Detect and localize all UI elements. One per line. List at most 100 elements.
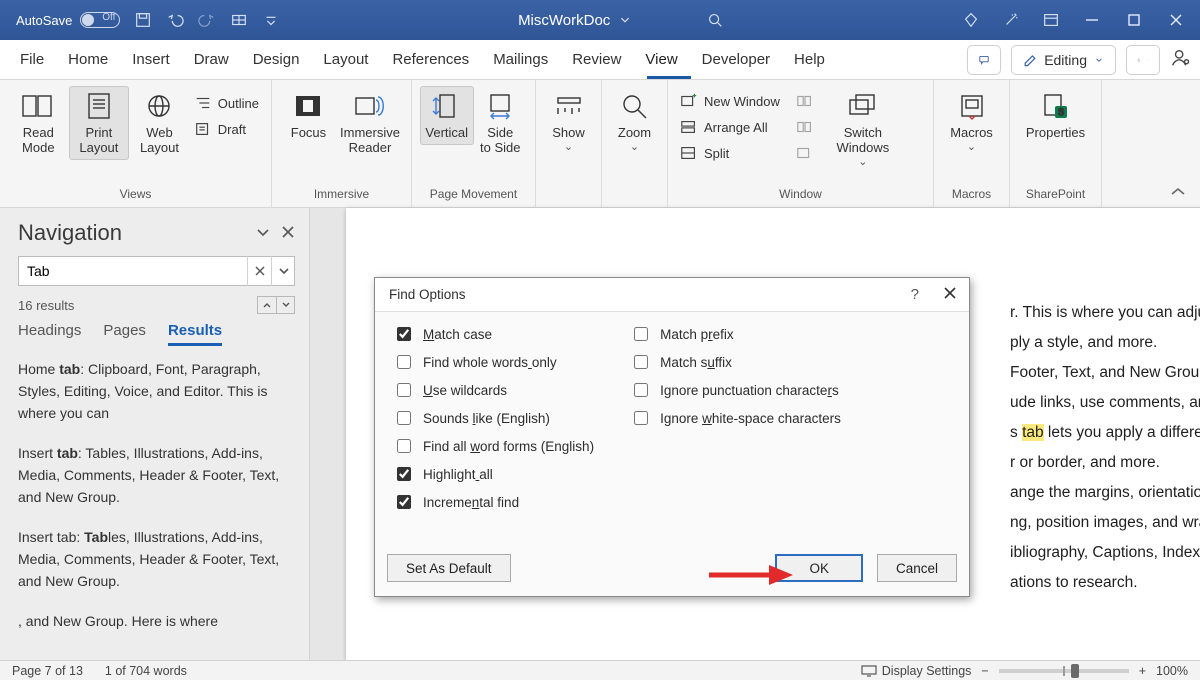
ribbon-tab-view[interactable]: View — [633, 40, 689, 80]
option-sounds-like-english-[interactable]: Sounds like (English) — [393, 408, 594, 428]
vertical-button[interactable]: Vertical — [420, 86, 474, 145]
group-label-sharepoint: SharePoint — [1010, 187, 1101, 207]
chevron-down-icon[interactable] — [616, 11, 634, 29]
share-button[interactable] — [1126, 45, 1160, 75]
arrange-all-button[interactable]: Arrange All — [676, 114, 784, 140]
reset-window-button — [792, 140, 818, 166]
document-text-line: ange the margins, orientatio — [1010, 480, 1182, 506]
document-text-line: s tab lets you apply a differe — [1010, 420, 1182, 446]
split-button[interactable]: Split — [676, 140, 784, 166]
comments-button[interactable] — [967, 45, 1001, 75]
document-name[interactable]: MiscWorkDoc — [518, 12, 610, 29]
redo-icon[interactable] — [198, 11, 216, 29]
status-page[interactable]: Page 7 of 13 — [12, 664, 83, 678]
group-label-show — [536, 187, 601, 207]
focus-button[interactable]: Focus — [280, 86, 337, 145]
save-icon[interactable] — [134, 11, 152, 29]
search-result-item[interactable]: Insert tab: Tables, Illustrations, Add-i… — [18, 442, 295, 508]
dialog-help-icon[interactable]: ? — [911, 286, 919, 303]
ribbon-tab-mailings[interactable]: Mailings — [481, 40, 560, 80]
search-result-item[interactable]: Home tab: Clipboard, Font, Paragraph, St… — [18, 358, 295, 424]
group-label-immersive: Immersive — [272, 187, 411, 207]
option-highlight-all[interactable]: Highlight all — [393, 464, 594, 484]
nav-tab-results[interactable]: Results — [168, 322, 222, 346]
zoom-in-icon[interactable]: + — [1139, 664, 1146, 678]
immersive-reader-button[interactable]: ImmersiveReader — [337, 86, 403, 160]
outline-button[interactable]: Outline — [190, 90, 263, 116]
option-match-suffix[interactable]: Match suffix — [630, 352, 841, 372]
nav-collapse-icon[interactable] — [255, 225, 271, 242]
sync-scrolling-button — [792, 114, 818, 140]
search-result-item[interactable]: , and New Group. Here is where — [18, 610, 295, 632]
option-find-whole-words-only[interactable]: Find whole words only — [393, 352, 594, 372]
ribbon-tab-design[interactable]: Design — [241, 40, 312, 80]
dialog-title: Find Options — [389, 287, 466, 302]
status-bar: Page 7 of 13 1 of 704 words Display Sett… — [0, 660, 1200, 680]
account-icon[interactable] — [1170, 47, 1192, 72]
ribbon-tab-file[interactable]: File — [8, 40, 56, 80]
dialog-close-icon[interactable] — [943, 286, 957, 304]
search-result-item[interactable]: Insert tab: Tables, Illustrations, Add-i… — [18, 526, 295, 592]
diamond-icon[interactable] — [962, 11, 980, 29]
option-ignore-punctuation-characters[interactable]: Ignore punctuation characters — [630, 380, 841, 400]
ribbon-tab-references[interactable]: References — [380, 40, 481, 80]
qat-overflow-icon[interactable] — [262, 11, 280, 29]
ribbon-tab-developer[interactable]: Developer — [690, 40, 782, 80]
search-icon[interactable] — [706, 11, 724, 29]
editing-mode-button[interactable]: Editing — [1011, 45, 1116, 75]
option-use-wildcards[interactable]: Use wildcards — [393, 380, 594, 400]
close-button[interactable] — [1166, 10, 1186, 30]
option-match-prefix[interactable]: Match prefix — [630, 324, 841, 344]
print-layout-button[interactable]: PrintLayout — [69, 86, 130, 160]
ribbon-tab-draw[interactable]: Draw — [182, 40, 241, 80]
set-as-default-button[interactable]: Set As Default — [387, 554, 511, 582]
option-incremental-find[interactable]: Incremental find — [393, 492, 594, 512]
new-window-button[interactable]: New Window — [676, 88, 784, 114]
ribbon-tab-layout[interactable]: Layout — [311, 40, 380, 80]
zoom-out-icon[interactable]: − — [981, 664, 988, 678]
option-find-all-word-forms-english-[interactable]: Find all word forms (English) — [393, 436, 594, 456]
autosave-toggle[interactable]: AutoSave Off — [16, 12, 120, 28]
maximize-button[interactable] — [1124, 10, 1144, 30]
minimize-button[interactable] — [1082, 10, 1102, 30]
navigation-title: Navigation — [18, 220, 122, 246]
collapse-ribbon-icon[interactable] — [1170, 185, 1186, 201]
properties-button[interactable]: SProperties — [1018, 86, 1093, 145]
ribbon-tab-strip: FileHomeInsertDrawDesignLayoutReferences… — [0, 40, 1200, 80]
wand-icon[interactable] — [1002, 11, 1020, 29]
zoom-slider[interactable] — [999, 669, 1129, 673]
nav-close-icon[interactable] — [281, 225, 295, 242]
ok-button[interactable]: OK — [775, 554, 863, 582]
quick-access-icon[interactable] — [230, 11, 248, 29]
clear-search-icon[interactable] — [247, 256, 271, 286]
option-ignore-white-space-characters[interactable]: Ignore white-space characters — [630, 408, 841, 428]
document-text-line: r. This is where you can adju — [1010, 300, 1182, 326]
macros-button[interactable]: Macros⌄ — [942, 86, 1001, 160]
zoom-level[interactable]: 100% — [1156, 664, 1188, 678]
search-dropdown-icon[interactable] — [271, 256, 295, 286]
next-result-icon[interactable] — [276, 297, 294, 313]
option-match-case[interactable]: Match case — [393, 324, 594, 344]
switch-windows-button[interactable]: SwitchWindows⌄ — [826, 86, 900, 175]
read-mode-button[interactable]: ReadMode — [8, 86, 69, 160]
ribbon-display-icon[interactable] — [1042, 11, 1060, 29]
undo-icon[interactable] — [166, 11, 184, 29]
prev-result-icon[interactable] — [258, 297, 276, 313]
ribbon-tab-help[interactable]: Help — [782, 40, 837, 80]
ribbon-tab-home[interactable]: Home — [56, 40, 120, 80]
find-options-dialog: Find Options ? Match case Find whole word… — [374, 277, 970, 597]
status-words[interactable]: 1 of 704 words — [105, 664, 187, 678]
nav-tab-headings[interactable]: Headings — [18, 322, 81, 346]
cancel-button[interactable]: Cancel — [877, 554, 957, 582]
show-button[interactable]: Show⌄ — [544, 86, 593, 160]
side-to-side-button[interactable]: Sideto Side — [474, 86, 528, 160]
ribbon-tab-review[interactable]: Review — [560, 40, 633, 80]
draft-button[interactable]: Draft — [190, 116, 263, 142]
display-settings-button[interactable]: Display Settings — [861, 664, 972, 678]
document-text-line: ng, position images, and wra — [1010, 510, 1182, 536]
nav-tab-pages[interactable]: Pages — [103, 322, 146, 346]
ribbon-tab-insert[interactable]: Insert — [120, 40, 182, 80]
document-text-line: r or border, and more. — [1010, 450, 1182, 476]
web-layout-button[interactable]: WebLayout — [129, 86, 190, 160]
zoom-button[interactable]: Zoom⌄ — [610, 86, 659, 160]
